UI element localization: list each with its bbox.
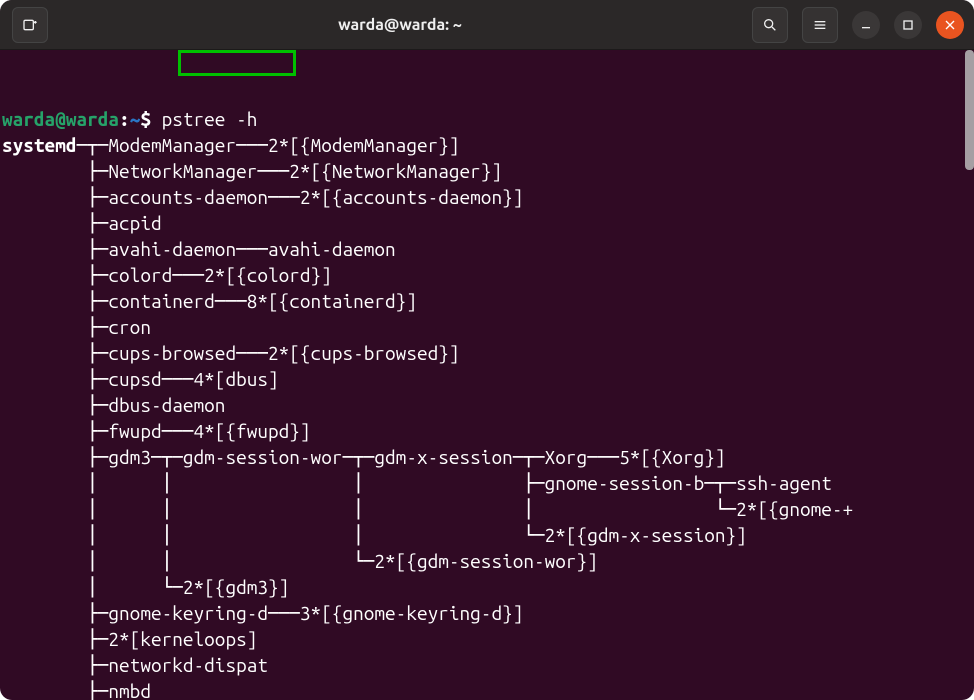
terminal-window: warda@warda: ~ warda@warda:~$ pstree -h …	[0, 0, 974, 700]
close-button[interactable]	[936, 11, 964, 39]
command-text: pstree -h	[162, 108, 258, 130]
minimize-button[interactable]	[852, 11, 880, 39]
scrollbar-thumb[interactable]	[965, 50, 974, 170]
titlebar: warda@warda: ~	[0, 0, 974, 50]
prompt-userhost: warda@warda	[2, 108, 119, 130]
command-highlight-box	[178, 50, 296, 76]
menu-button[interactable]	[802, 7, 838, 43]
prompt-dollar: $	[140, 108, 151, 130]
new-tab-button[interactable]	[12, 7, 48, 43]
terminal-output[interactable]: warda@warda:~$ pstree -h systemd─┬─Modem…	[0, 50, 974, 700]
window-title: warda@warda: ~	[48, 16, 752, 34]
prompt-sep: :	[119, 108, 130, 130]
prompt-path: ~	[130, 108, 141, 130]
maximize-button[interactable]	[894, 11, 922, 39]
search-button[interactable]	[752, 7, 788, 43]
process-root: systemd	[2, 134, 76, 156]
